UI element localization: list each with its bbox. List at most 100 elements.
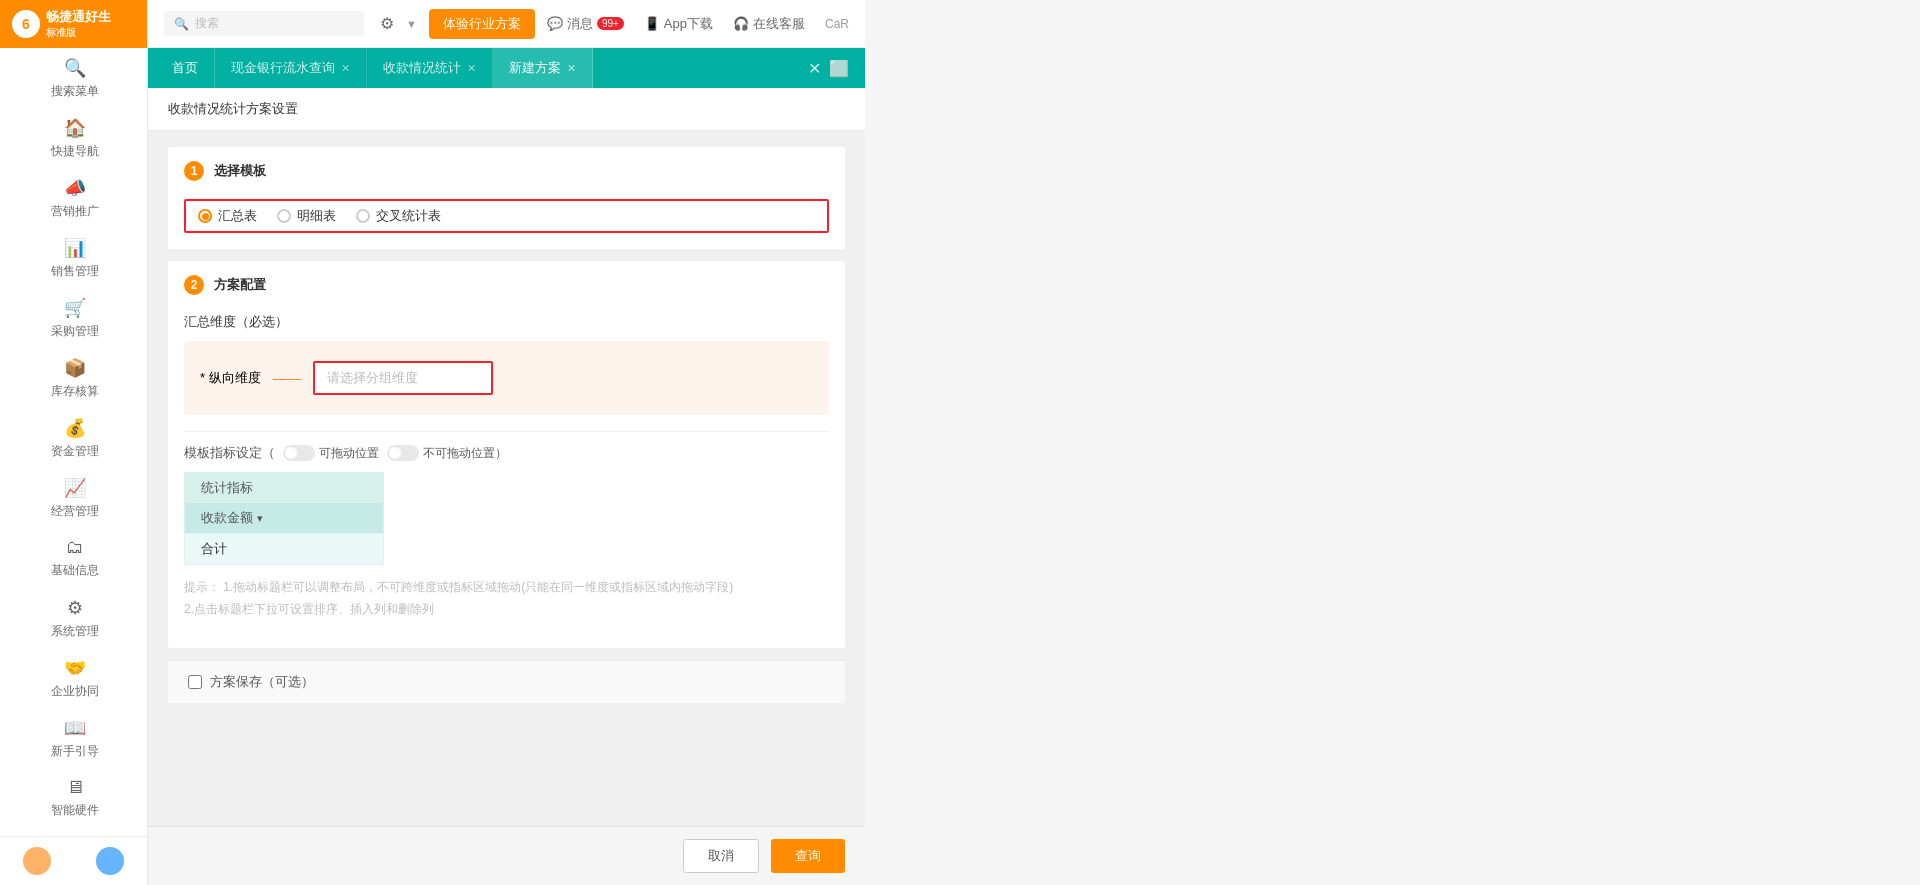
topbar-right: 💬 消息 99+ 📱 App下载 🎧 在线客服 CaR — [547, 15, 849, 33]
tab-close-icon[interactable]: ✕ — [341, 62, 350, 75]
marketing-icon: 📣 — [64, 177, 86, 199]
sidebar-item-hardware[interactable]: 🖥 智能硬件 — [0, 768, 147, 828]
section2-number: 2 — [184, 275, 204, 295]
sidebar-item-base-info[interactable]: 🗂 基础信息 — [0, 528, 147, 588]
purchase-icon: 🛒 — [64, 297, 86, 319]
section1-content: 汇总表 明细表 交叉统计表 — [168, 195, 845, 249]
sidebar-item-guide[interactable]: 📖 新手引导 — [0, 708, 147, 768]
content-area: 收款情况统计方案设置 1 选择模板 汇总表 — [148, 88, 865, 885]
tab-home[interactable]: 首页 — [156, 48, 215, 88]
sidebar-item-inventory[interactable]: 📦 库存核算 — [0, 348, 147, 408]
draggable-toggle[interactable]: 可拖动位置 — [283, 445, 379, 462]
sales-icon: 📊 — [64, 237, 86, 259]
logo-sub: 标准版 — [46, 26, 111, 40]
metrics-header: 模板指标设定（ 可拖动位置 不可拖动位置） — [184, 444, 829, 462]
radio-circle-cross — [356, 209, 370, 223]
management-icon: 📈 — [64, 477, 86, 499]
vertical-dim-row: * 纵向维度 —— 请选择分组维度 — [200, 361, 813, 395]
section2-content: 汇总维度（必选） * 纵向维度 —— 请选择分组维度 模板指标设定（ — [168, 309, 845, 648]
sidebar-item-finance[interactable]: 💰 资金管理 — [0, 408, 147, 468]
sidebar-avatar-1[interactable] — [23, 847, 51, 875]
sidebar-item-wechat[interactable]: 💬 企业微信 — [0, 828, 147, 836]
radio-detail[interactable]: 明细表 — [277, 207, 336, 225]
section2-header: 2 方案配置 — [168, 261, 845, 309]
tabbar-right: ✕ ⬜ — [808, 48, 857, 88]
sidebar-item-label: 营销推广 — [51, 203, 99, 220]
finance-icon: 💰 — [64, 417, 86, 439]
sidebar-item-system[interactable]: ⚙ 系统管理 — [0, 588, 147, 648]
section1-number: 1 — [184, 161, 204, 181]
close-window-icon[interactable]: ✕ — [808, 59, 821, 78]
stat-column-header[interactable]: 收款金额 ▾ — [185, 503, 383, 533]
sidebar-item-label: 企业协同 — [51, 683, 99, 700]
notification-badge: 99+ — [597, 17, 624, 30]
sidebar-item-label: 基础信息 — [51, 562, 99, 579]
dropdown-arrow-icon: ▼ — [406, 18, 417, 30]
save-footer: 方案保存（可选） — [168, 660, 845, 703]
section-divider — [184, 431, 829, 432]
tip2: 2.点击标题栏下拉可设置排序、插入列和删除列 — [184, 599, 829, 621]
sidebar-item-search[interactable]: 🔍 搜索菜单 — [0, 48, 147, 108]
tab-bank-flow[interactable]: 现金银行流水查询 ✕ — [215, 48, 367, 88]
radio-circle-summary — [198, 209, 212, 223]
tab-label: 现金银行流水查询 — [231, 59, 335, 77]
trial-btn[interactable]: 体验行业方案 — [429, 9, 535, 39]
gear-icon[interactable]: ⚙ — [380, 14, 394, 33]
online-service-item[interactable]: 🎧 在线客服 — [733, 15, 805, 33]
search-icon: 🔍 — [64, 57, 86, 79]
tab-label: 新建方案 — [509, 59, 561, 77]
sidebar-item-label: 快捷导航 — [51, 143, 99, 160]
stat-total-row: 合计 — [185, 533, 383, 564]
page-title: 收款情况统计方案设置 — [168, 101, 298, 116]
section2-label: 方案配置 — [214, 276, 266, 294]
section1-header: 1 选择模板 — [168, 147, 845, 195]
non-draggable-toggle[interactable]: 不可拖动位置） — [387, 445, 507, 462]
dimension-area: * 纵向维度 —— 请选择分组维度 — [184, 341, 829, 415]
stat-column-label: 收款金额 — [201, 509, 253, 527]
toggle-draggable[interactable] — [283, 445, 315, 461]
guide-icon: 📖 — [64, 717, 86, 739]
tab-label: 首页 — [172, 59, 198, 77]
tab-close-icon[interactable]: ✕ — [467, 62, 476, 75]
tab-new-plan[interactable]: 新建方案 ✕ — [493, 48, 593, 88]
app-download-label: App下载 — [664, 15, 713, 33]
home-icon: 🏠 — [64, 117, 86, 139]
cancel-button[interactable]: 取消 — [683, 839, 759, 873]
bottom-bar: 取消 查询 — [148, 826, 865, 885]
radio-label-detail: 明细表 — [297, 207, 336, 225]
sidebar-item-label: 采购管理 — [51, 323, 99, 340]
tip1: 提示： 1.拖动标题栏可以调整布局，不可跨维度或指标区域拖动(只能在同一维度或指… — [184, 577, 829, 599]
radio-circle-detail — [277, 209, 291, 223]
sidebar: 6 畅捷通好生 标准版 🔍 搜索菜单 🏠 快捷导航 📣 营销推广 📊 销 — [0, 0, 148, 885]
sidebar-avatar-2[interactable] — [96, 847, 124, 875]
radio-cross[interactable]: 交叉统计表 — [356, 207, 441, 225]
search-icon: 🔍 — [174, 17, 189, 31]
sidebar-item-label: 新手引导 — [51, 743, 99, 760]
query-button[interactable]: 查询 — [771, 839, 845, 873]
sidebar-item-purchase[interactable]: 🛒 采购管理 — [0, 288, 147, 348]
vertical-dim-input[interactable]: 请选择分组维度 — [313, 361, 493, 395]
tab-collection-stats[interactable]: 收款情况统计 ✕ — [367, 48, 493, 88]
radio-summary[interactable]: 汇总表 — [198, 207, 257, 225]
main-area: 🔍 搜索 ⚙ ▼ 体验行业方案 💬 消息 99+ 📱 App下载 🎧 在线客服 — [148, 0, 865, 885]
app-download-item[interactable]: 📱 App下载 — [644, 15, 713, 33]
save-checkbox[interactable] — [188, 675, 202, 689]
sidebar-item-nav[interactable]: 🏠 快捷导航 — [0, 108, 147, 168]
tab-close-icon[interactable]: ✕ — [567, 62, 576, 75]
maximize-icon[interactable]: ⬜ — [829, 59, 849, 78]
notification-icon: 💬 — [547, 16, 563, 31]
notification-item[interactable]: 💬 消息 99+ — [547, 15, 624, 33]
sidebar-item-sales[interactable]: 📊 销售管理 — [0, 228, 147, 288]
non-draggable-label: 不可拖动位置） — [423, 445, 507, 462]
sidebar-item-marketing[interactable]: 📣 营销推广 — [0, 168, 147, 228]
draggable-label: 可拖动位置 — [319, 445, 379, 462]
search-box[interactable]: 🔍 搜索 — [164, 11, 364, 36]
page-header: 收款情况统计方案设置 — [148, 88, 865, 131]
cooperation-icon: 🤝 — [64, 657, 86, 679]
toggle-non-draggable[interactable] — [387, 445, 419, 461]
inventory-icon: 📦 — [64, 357, 86, 379]
sidebar-item-management[interactable]: 📈 经营管理 — [0, 468, 147, 528]
system-icon: ⚙ — [67, 597, 83, 619]
metrics-table: 统计指标 收款金额 ▾ 合计 — [184, 472, 384, 565]
sidebar-item-cooperation[interactable]: 🤝 企业协同 — [0, 648, 147, 708]
